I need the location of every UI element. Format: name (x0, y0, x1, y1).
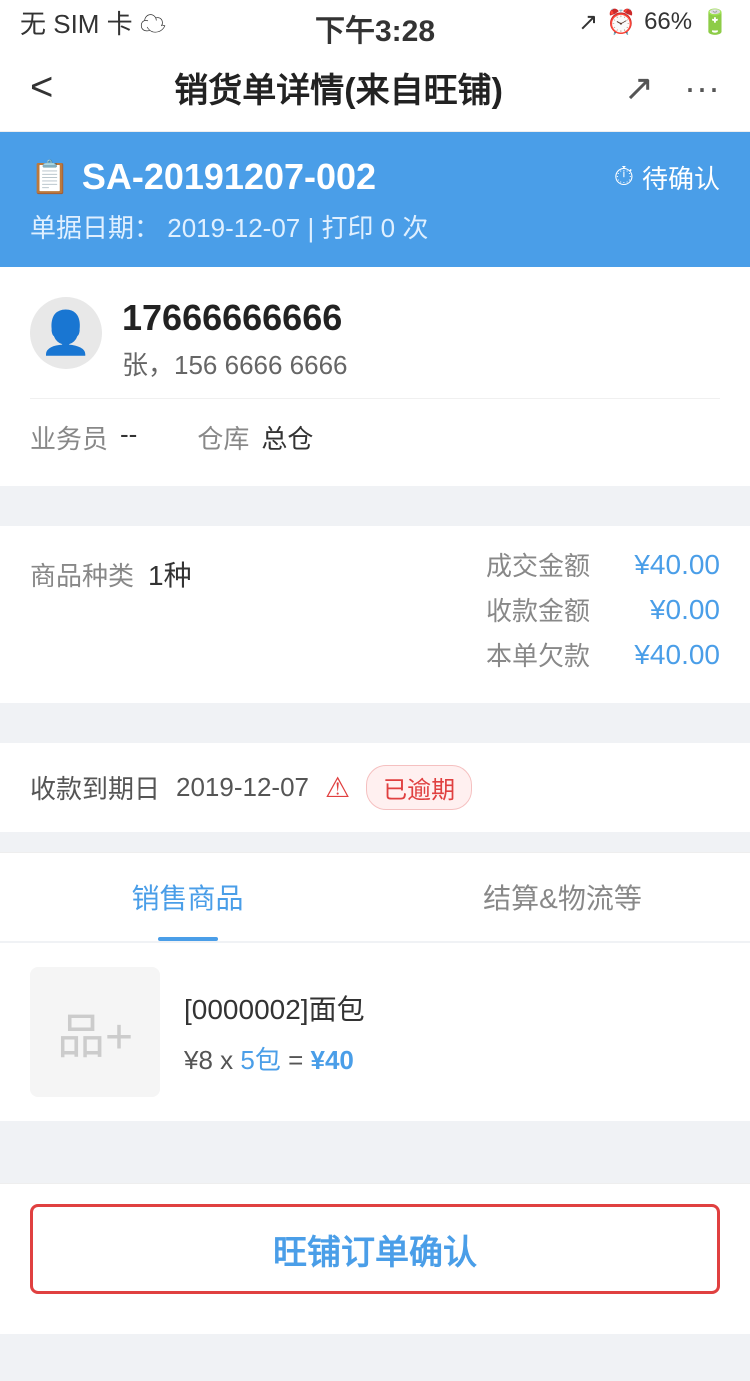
warehouse-value: 总仓 (261, 419, 313, 456)
status-clock-icon: ⏱ (614, 161, 634, 193)
product-type-label: 商品种类 (30, 556, 134, 593)
product-name: [0000002]面包 (184, 988, 720, 1028)
avatar: 👤 (30, 297, 102, 369)
deal-amount-row: 成交金额 ¥40.00 (460, 546, 720, 583)
salesperson-value: -- (120, 419, 137, 456)
status-bar-right: ↗ ⏰ 66% 🔋 (578, 8, 730, 37)
customer-name: 张，156 6666 6666 (122, 345, 720, 382)
customer-info: 17666666666 张，156 6666 6666 (122, 297, 720, 382)
product-type: 商品种类 1种 (30, 546, 192, 594)
price-base: ¥8 x (184, 1045, 240, 1075)
warehouse-label: 仓库 (197, 419, 249, 456)
overdue-badge: 已逾期 (366, 765, 472, 810)
tab-sales-label: 销售商品 (131, 877, 243, 917)
print-info: | 打印 0 次 (307, 213, 428, 243)
order-header-card: 📋 SA-20191207-002 ⏱ 待确认 单据日期： 2019-12-07… (0, 132, 750, 267)
alarm-icon: ⏰ (606, 8, 636, 37)
product-type-value: 1种 (148, 554, 192, 594)
debt-label: 本单欠款 (460, 636, 590, 673)
divider-1 (0, 506, 750, 526)
customer-section: 👤 17666666666 张，156 6666 6666 业务员 -- 仓库 … (0, 267, 750, 486)
status-bar-left: 无 SIM 卡 ☁ (20, 4, 166, 41)
customer-meta: 业务员 -- 仓库 总仓 (30, 419, 720, 456)
navigation-icon: ↗ (578, 8, 598, 37)
order-date-info: 单据日期： 2019-12-07 | 打印 0 次 (30, 208, 720, 245)
product-qty: 5包 (240, 1045, 280, 1075)
pay-amount: ¥0.00 (610, 594, 720, 626)
divider-3 (0, 832, 750, 852)
summary-section: 商品种类 1种 成交金额 ¥40.00 收款金额 ¥0.00 本单欠款 ¥40.… (0, 526, 750, 703)
order-icon: 📋 (30, 158, 70, 196)
order-header-top: 📋 SA-20191207-002 ⏱ 待确认 (30, 156, 720, 198)
product-thumbnail: 品+ (30, 967, 160, 1097)
battery-level: 66% (644, 8, 692, 36)
battery-icon: 🔋 (700, 8, 730, 37)
pay-label: 收款金额 (460, 591, 590, 628)
status-text: 待确认 (642, 159, 720, 196)
salesperson-item: 业务员 -- (30, 419, 137, 456)
due-date-label: 收款到期日 (30, 769, 160, 806)
back-button[interactable]: < (30, 65, 53, 110)
tab-sales-products[interactable]: 销售商品 (0, 853, 375, 941)
divider-2 (0, 723, 750, 743)
tabs-bar: 销售商品 结算&物流等 (0, 852, 750, 941)
customer-row: 👤 17666666666 张，156 6666 6666 (30, 297, 720, 399)
pay-amount-row: 收款金额 ¥0.00 (460, 591, 720, 628)
amount-summary: 成交金额 ¥40.00 收款金额 ¥0.00 本单欠款 ¥40.00 (460, 546, 720, 673)
debt-amount: ¥40.00 (610, 639, 720, 671)
confirm-order-button[interactable]: 旺铺订单确认 (30, 1204, 720, 1294)
date-label: 单据日期： (30, 213, 160, 243)
more-icon[interactable]: ··· (684, 67, 720, 109)
order-id-text: SA-20191207-002 (82, 156, 376, 198)
product-price: ¥8 x 5包 = ¥40 (184, 1040, 720, 1077)
avatar-icon: 👤 (40, 309, 92, 358)
nav-bar: < 销货单详情(来自旺铺) ↗ ··· (0, 44, 750, 132)
product-total: ¥40 (310, 1045, 353, 1075)
nav-actions: ↗ ··· (624, 67, 720, 109)
product-section: 品+ [0000002]面包 ¥8 x 5包 = ¥40 (0, 943, 750, 1121)
overdue-icon: ⚠ (325, 771, 350, 804)
tab-settlement-logistics[interactable]: 结算&物流等 (375, 853, 750, 941)
product-info: [0000002]面包 ¥8 x 5包 = ¥40 (184, 988, 720, 1077)
product-item: 品+ [0000002]面包 ¥8 x 5包 = ¥40 (30, 967, 720, 1097)
order-date: 2019-12-07 (167, 213, 300, 243)
share-icon[interactable]: ↗ (624, 67, 654, 109)
status-bar-time: 下午3:28 (315, 6, 435, 50)
warehouse-item: 仓库 总仓 (197, 419, 313, 456)
sim-signal-text: 无 SIM 卡 ☁ (20, 4, 166, 41)
price-separator: = (281, 1045, 311, 1075)
tab-settlement-label: 结算&物流等 (483, 877, 642, 917)
debt-amount-row: 本单欠款 ¥40.00 (460, 636, 720, 673)
salesperson-label: 业务员 (30, 419, 108, 456)
order-id: 📋 SA-20191207-002 (30, 156, 376, 198)
deal-amount: ¥40.00 (610, 549, 720, 581)
page-title: 销货单详情(来自旺铺) (174, 63, 503, 112)
product-logo: 品+ (57, 997, 133, 1067)
due-date-value: 2019-12-07 (176, 772, 309, 803)
due-date-section: 收款到期日 2019-12-07 ⚠ 已逾期 (0, 743, 750, 832)
tab-active-indicator (158, 937, 218, 941)
bottom-bar: 旺铺订单确认 (0, 1183, 750, 1334)
deal-label: 成交金额 (460, 546, 590, 583)
status-bar: 无 SIM 卡 ☁ 下午3:28 ↗ ⏰ 66% 🔋 (0, 0, 750, 44)
order-status: ⏱ 待确认 (614, 159, 720, 196)
customer-phone: 17666666666 (122, 297, 720, 339)
